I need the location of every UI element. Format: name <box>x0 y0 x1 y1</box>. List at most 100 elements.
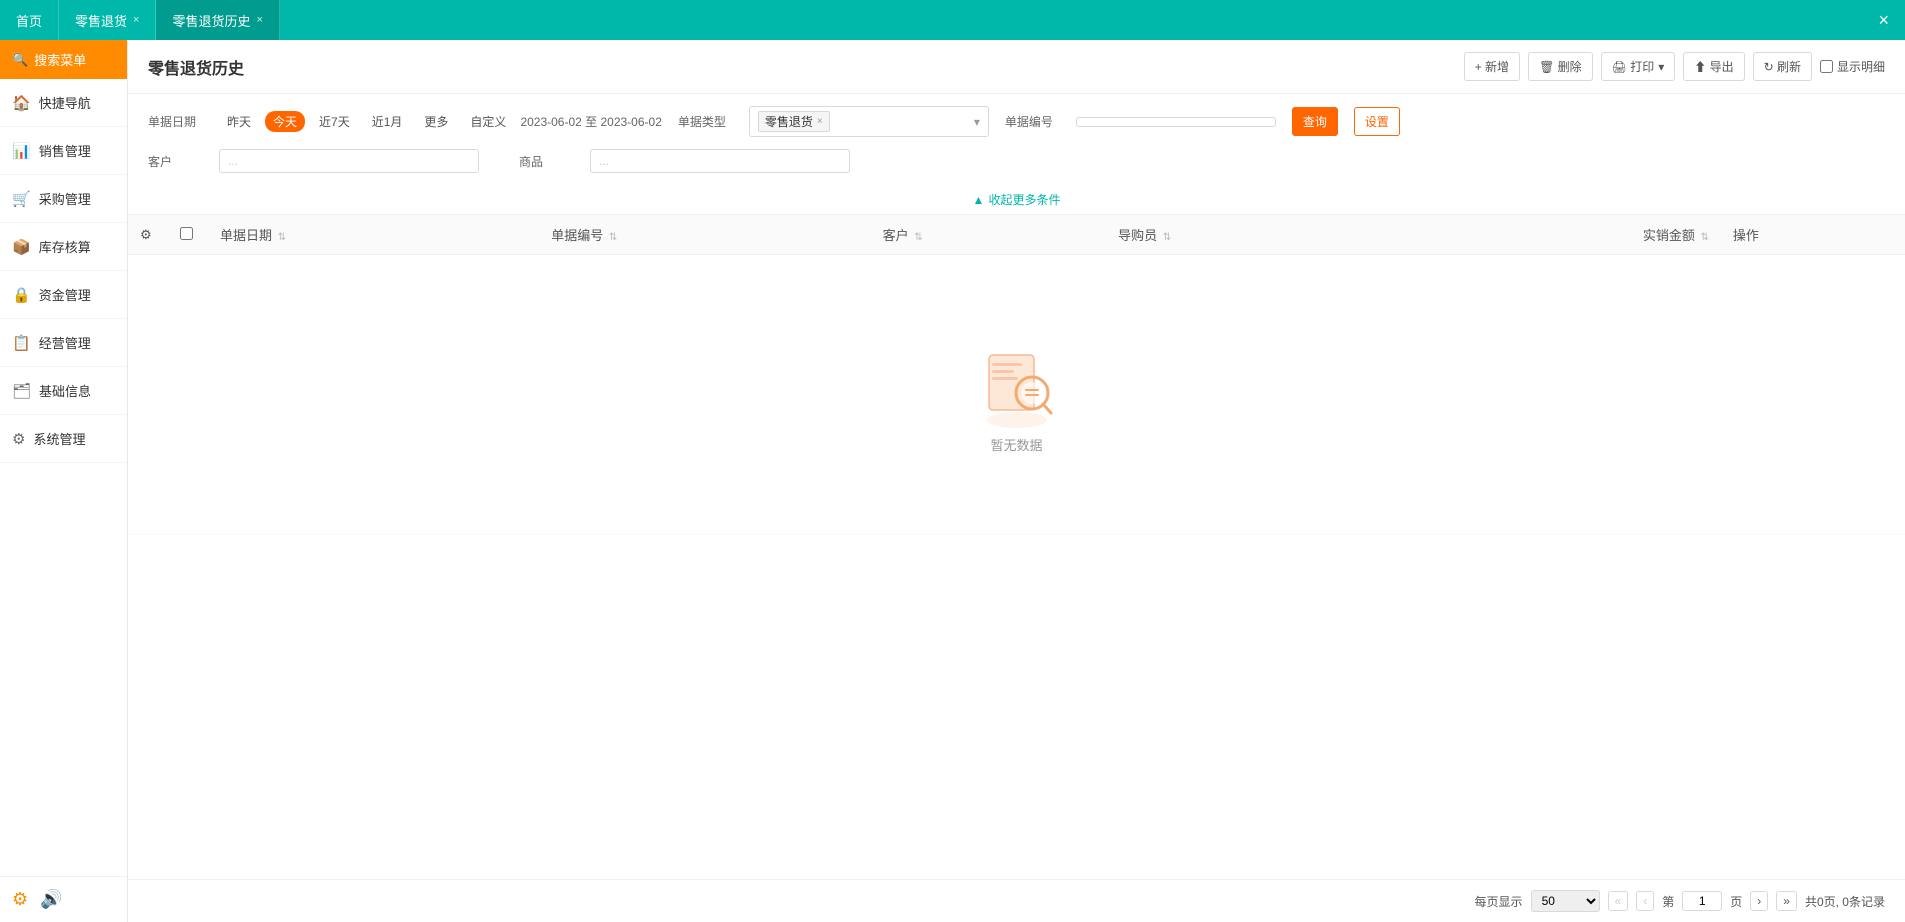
home-icon: 🏠 <box>12 94 31 112</box>
capital-icon: 🔒 <box>12 286 31 304</box>
inventory-icon: 📦 <box>12 238 31 256</box>
filter-section: 单据日期 昨天 今天 近7天 近1月 更多 自定义 2023-06-02 至 2… <box>128 94 1905 215</box>
sales-icon: 📊 <box>12 142 31 160</box>
empty-state: 暂无数据 <box>128 255 1905 534</box>
page-unit: 页 <box>1730 893 1742 910</box>
sidebar-item-basic-label: 基础信息 <box>39 381 91 400</box>
table-header-row: ⚙ 单据日期 ⇅ 单据编号 ⇅ <box>128 215 1905 255</box>
date-btn-custom[interactable]: 自定义 <box>462 111 514 132</box>
export-button[interactable]: ⬆ 导出 <box>1683 52 1744 81</box>
header-actions: + 新增 🗑 删除 🖨 打印 ▾ ⬆ 导出 ↻ 刷新 显示明细 <box>1464 52 1885 81</box>
page-size-label: 每页显示 <box>1475 893 1523 910</box>
doc-type-tag: 零售退货 × <box>758 111 830 132</box>
empty-state-row: 暂无数据 <box>128 255 1905 535</box>
sidebar-item-system-mgmt[interactable]: ⚙ 系统管理 <box>0 415 127 463</box>
th-settings[interactable]: ⚙ <box>128 215 168 255</box>
sidebar-item-ops-mgmt[interactable]: 📋 经营管理 <box>0 319 127 367</box>
tab-retail-return-label: 零售退货 <box>75 11 127 30</box>
select-all-checkbox[interactable] <box>180 227 193 240</box>
sidebar-item-sales-label: 销售管理 <box>39 141 91 160</box>
prev-page-button[interactable]: ‹ <box>1636 891 1654 911</box>
doc-type-tag-close[interactable]: × <box>817 116 823 127</box>
tab-home-label: 首页 <box>16 11 42 30</box>
sort-doc-number-icon: ⇅ <box>609 232 617 243</box>
collapse-label: 收起更多条件 <box>988 191 1060 208</box>
date-filter: 昨天 今天 近7天 近1月 更多 自定义 2023-06-02 至 2023-0… <box>219 111 662 132</box>
search-icon: 🔍 <box>12 52 28 68</box>
doc-type-tag-value: 零售退货 <box>765 113 813 130</box>
date-btn-more[interactable]: 更多 <box>416 111 456 132</box>
tab-home[interactable]: 首页 <box>0 0 59 40</box>
first-page-button[interactable]: « <box>1608 891 1629 911</box>
show-detail-checkbox-label[interactable]: 显示明细 <box>1820 58 1885 75</box>
sidebar-item-quick-nav[interactable]: 🏠 快捷导航 <box>0 79 127 127</box>
volume-icon[interactable]: 🔊 <box>40 889 62 910</box>
customer-input[interactable]: ... <box>219 149 479 173</box>
sidebar-bottom: ⚙ 🔊 <box>0 876 127 922</box>
settings-bottom-icon[interactable]: ⚙ <box>12 889 28 910</box>
goods-input[interactable]: ... <box>590 149 850 173</box>
date-filter-label: 单据日期 <box>148 113 203 130</box>
customer-placeholder: ... <box>228 154 238 168</box>
show-detail-checkbox[interactable] <box>1820 60 1833 73</box>
th-guide[interactable]: 导购员 ⇅ <box>1106 215 1389 255</box>
refresh-button[interactable]: ↻ 刷新 <box>1753 52 1812 81</box>
new-button[interactable]: + 新增 <box>1464 52 1520 81</box>
sidebar-item-sales-mgmt[interactable]: 📊 销售管理 <box>0 127 127 175</box>
th-doc-number[interactable]: 单据编号 ⇅ <box>539 215 870 255</box>
filter-row-1: 单据日期 昨天 今天 近7天 近1月 更多 自定义 2023-06-02 至 2… <box>148 106 1885 137</box>
th-operation-label: 操作 <box>1733 228 1759 243</box>
page-header: 零售退货历史 + 新增 🗑 删除 🖨 打印 ▾ ⬆ 导出 ↻ 刷新 <box>128 40 1905 94</box>
print-button-label: 🖨 打印 <box>1612 58 1655 75</box>
date-btn-today[interactable]: 今天 <box>265 111 305 132</box>
collapse-button[interactable]: ▲ 收起更多条件 <box>973 185 1061 214</box>
sidebar-search[interactable]: 🔍 搜索菜单 <box>0 40 127 79</box>
page-label: 第 <box>1662 893 1674 910</box>
customer-label: 客户 <box>148 153 203 170</box>
data-table: ⚙ 单据日期 ⇅ 单据编号 ⇅ <box>128 215 1905 535</box>
sidebar-item-purchase-mgmt[interactable]: 🛒 采购管理 <box>0 175 127 223</box>
filter-row-2: 客户 ... 商品 ... <box>148 149 1885 173</box>
sidebar-item-inventory-label: 库存核算 <box>39 237 91 256</box>
th-customer[interactable]: 客户 ⇅ <box>871 215 1107 255</box>
tab-retail-return[interactable]: 零售退货 × <box>59 0 156 40</box>
doc-type-filter[interactable]: 零售退货 × ▾ <box>749 106 989 137</box>
table-settings-icon[interactable]: ⚙ <box>140 227 152 242</box>
page-number-input[interactable] <box>1682 891 1722 911</box>
sidebar-item-quick-nav-label: 快捷导航 <box>39 93 91 112</box>
sidebar-item-basic-info[interactable]: 🗂 基础信息 <box>0 367 127 415</box>
tab-retail-return-close[interactable]: × <box>133 14 139 26</box>
print-dropdown-icon: ▾ <box>1658 60 1664 74</box>
date-btn-7days[interactable]: 近7天 <box>311 111 358 132</box>
settings-button[interactable]: 设置 <box>1354 107 1400 136</box>
doc-type-dropdown-icon: ▾ <box>974 115 980 129</box>
print-button[interactable]: 🖨 打印 ▾ <box>1601 52 1676 81</box>
sidebar: 🔍 搜索菜单 🏠 快捷导航 📊 销售管理 🛒 采购管理 📦 库存核算 🔒 资金管… <box>0 40 128 922</box>
show-detail-label: 显示明细 <box>1837 58 1885 75</box>
sort-customer-icon: ⇅ <box>914 232 922 243</box>
doc-number-input[interactable] <box>1076 117 1276 127</box>
goods-placeholder: ... <box>599 154 609 168</box>
table-section: ⚙ 单据日期 ⇅ 单据编号 ⇅ <box>128 215 1905 879</box>
last-page-button[interactable]: » <box>1776 891 1797 911</box>
table-body: 暂无数据 <box>128 255 1905 535</box>
next-page-button[interactable]: › <box>1750 891 1768 911</box>
date-range-display: 2023-06-02 至 2023-06-02 <box>520 113 661 130</box>
date-btn-1month[interactable]: 近1月 <box>364 111 411 132</box>
sidebar-item-capital-mgmt[interactable]: 🔒 资金管理 <box>0 271 127 319</box>
query-button[interactable]: 查询 <box>1292 107 1338 136</box>
th-checkbox[interactable] <box>168 215 208 255</box>
settings-button-label: 设置 <box>1365 113 1389 130</box>
th-actual-amount[interactable]: 实销金额 ⇅ <box>1390 215 1721 255</box>
window-close-button[interactable]: × <box>1862 10 1905 31</box>
sidebar-item-inventory[interactable]: 📦 库存核算 <box>0 223 127 271</box>
tab-retail-return-history-close[interactable]: × <box>256 14 262 26</box>
query-button-label: 查询 <box>1303 113 1327 130</box>
date-btn-yesterday[interactable]: 昨天 <box>219 111 259 132</box>
th-doc-date[interactable]: 单据日期 ⇅ <box>208 215 539 255</box>
tab-retail-return-history[interactable]: 零售退货历史 × <box>156 0 279 40</box>
delete-button-label: 🗑 删除 <box>1539 58 1582 75</box>
delete-button[interactable]: 🗑 删除 <box>1528 52 1593 81</box>
sidebar-item-purchase-label: 采购管理 <box>39 189 91 208</box>
page-size-select[interactable]: 50 10 20 100 <box>1531 890 1600 912</box>
